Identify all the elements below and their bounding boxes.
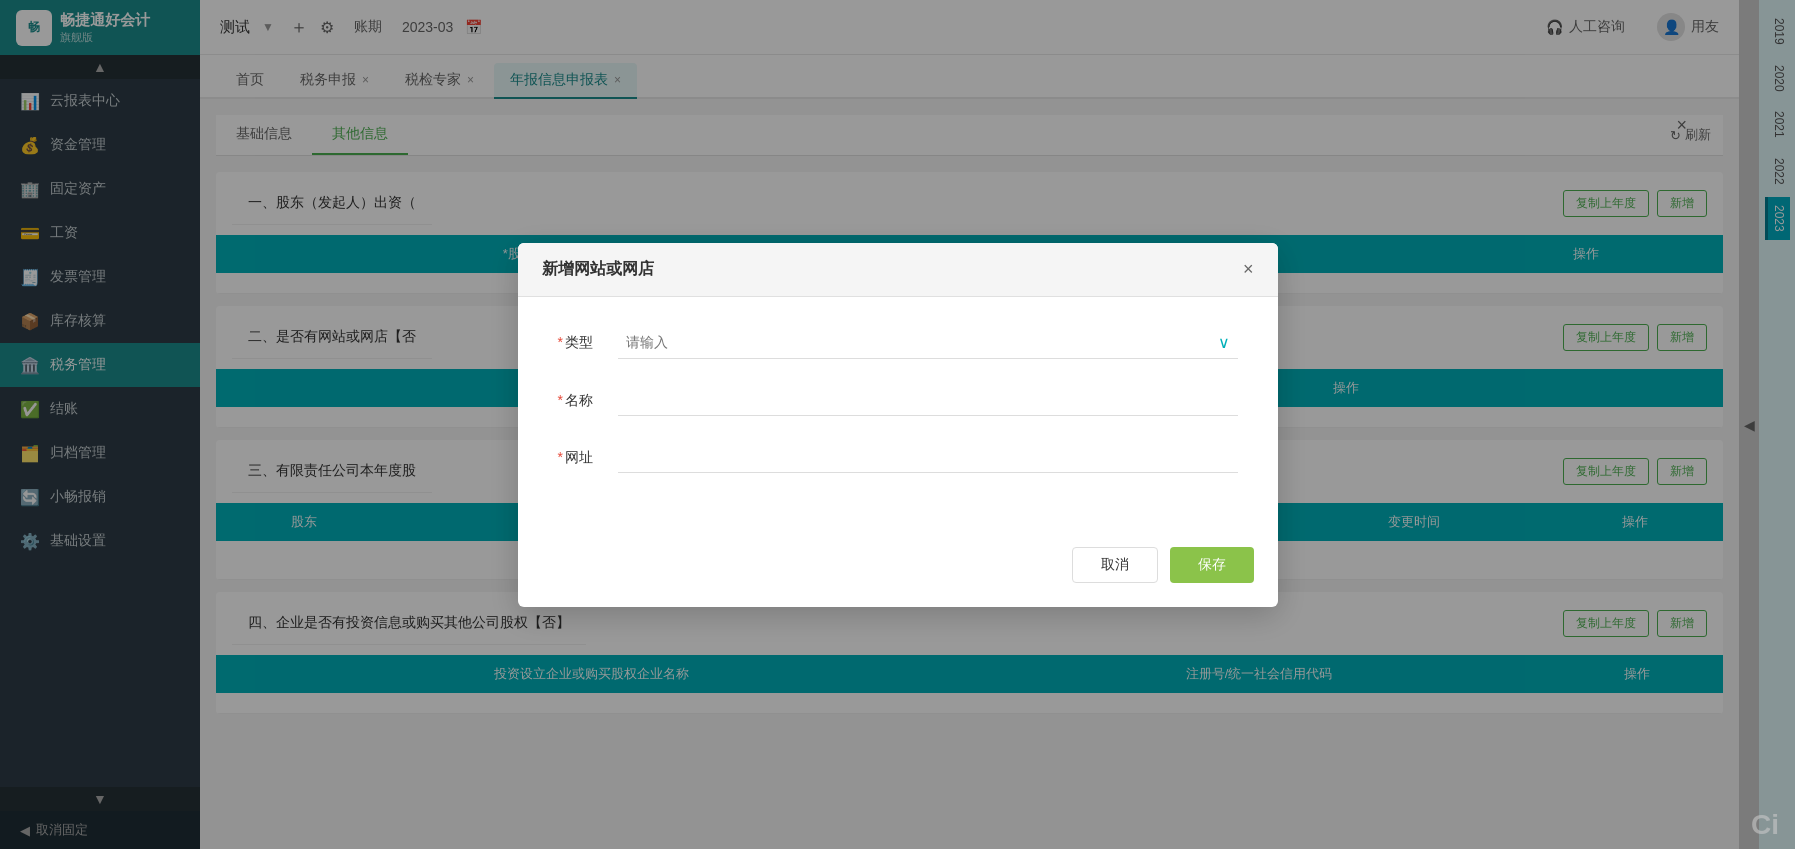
- save-button[interactable]: 保存: [1170, 547, 1254, 583]
- name-label: *名称: [558, 392, 618, 410]
- dialog-title: 新增网站或网店: [542, 259, 654, 280]
- dialog-close-button[interactable]: ×: [1243, 260, 1254, 278]
- type-select-wrapper[interactable]: ∨: [618, 327, 1238, 359]
- url-label: *网址: [558, 449, 618, 467]
- dialog-footer: 取消 保存: [518, 531, 1278, 607]
- field-name: *名称: [558, 387, 1238, 416]
- field-url: *网址: [558, 444, 1238, 473]
- dialog-body: *类型 ∨ *名称 *网址: [518, 297, 1278, 531]
- type-required-mark: *: [558, 334, 563, 350]
- cancel-button[interactable]: 取消: [1072, 547, 1158, 583]
- name-input[interactable]: [618, 387, 1238, 416]
- name-required-mark: *: [558, 392, 563, 408]
- field-type: *类型 ∨: [558, 327, 1238, 359]
- dialog-header: 新增网站或网店 ×: [518, 243, 1278, 297]
- chevron-down-icon: ∨: [1218, 333, 1230, 352]
- url-required-mark: *: [558, 449, 563, 465]
- add-website-dialog: 新增网站或网店 × *类型 ∨ *名称 *网址: [518, 243, 1278, 607]
- url-input[interactable]: [618, 444, 1238, 473]
- type-label: *类型: [558, 334, 618, 352]
- dialog-overlay: 新增网站或网店 × *类型 ∨ *名称 *网址: [0, 0, 1795, 849]
- type-input[interactable]: [626, 334, 1218, 350]
